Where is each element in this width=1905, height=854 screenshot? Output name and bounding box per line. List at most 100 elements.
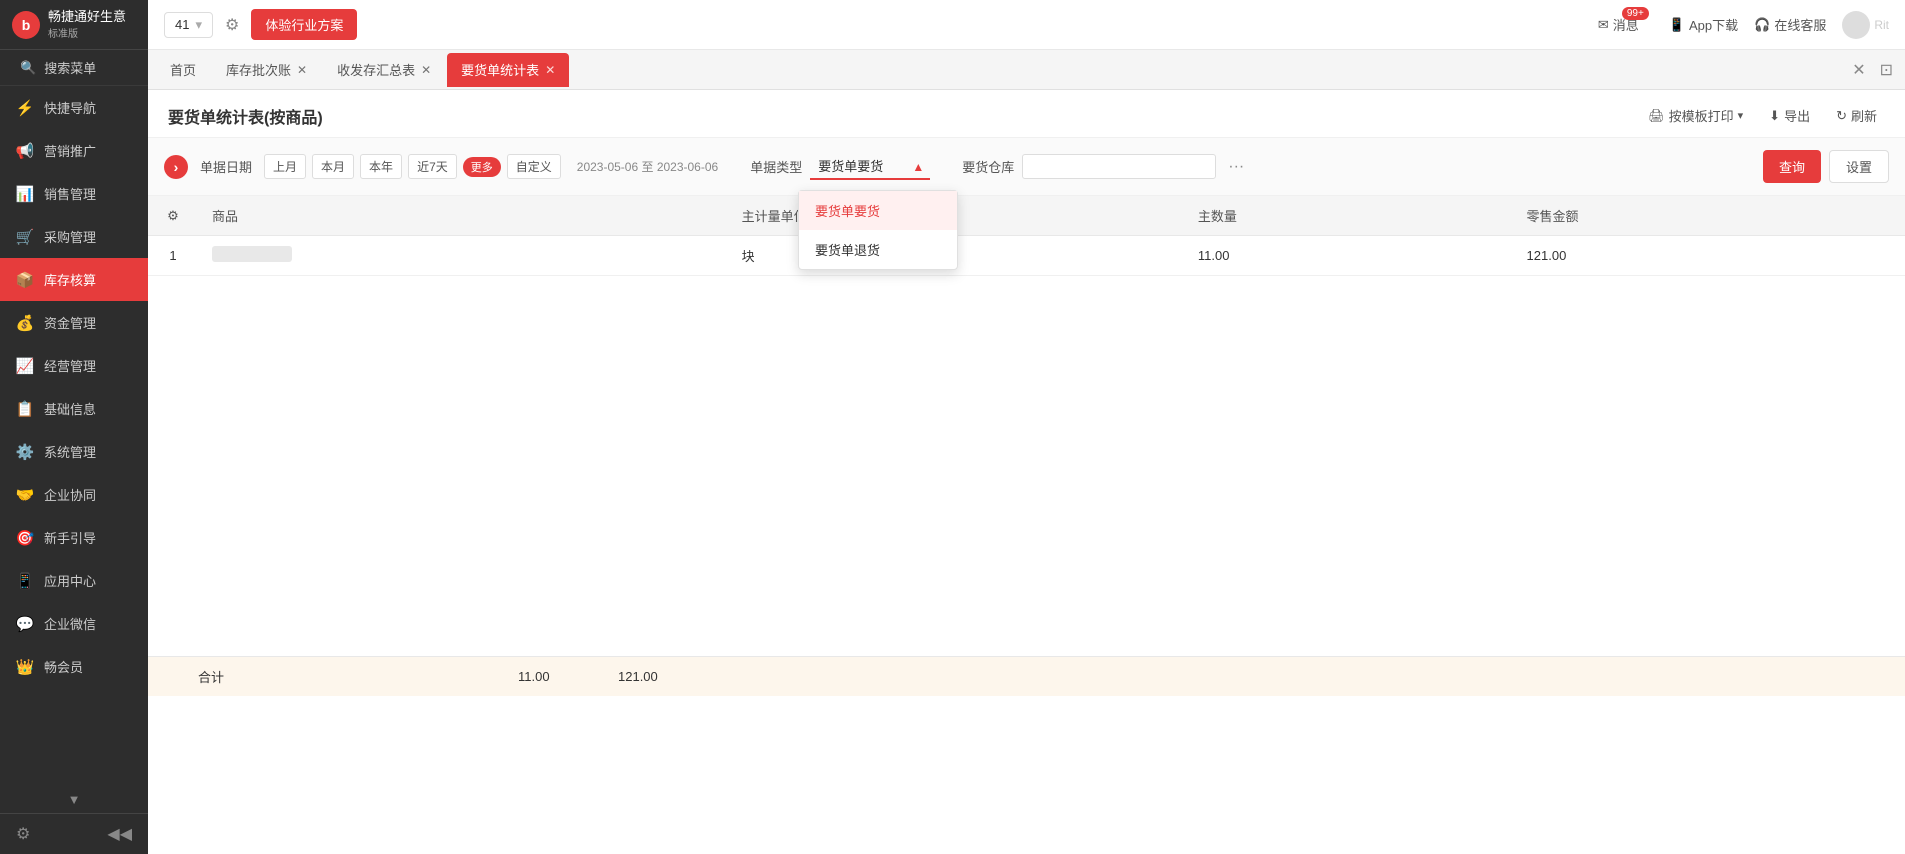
type-dropdown: 要货单要货 要货单退货 xyxy=(798,190,958,270)
nav-label: 基础信息 xyxy=(44,399,96,418)
sidebar-item-basic[interactable]: 📋 基础信息 xyxy=(0,387,148,430)
dropdown-option-return[interactable]: 要货单退货 xyxy=(799,230,957,269)
logo-icon: b xyxy=(12,11,40,39)
online-service-button[interactable]: 🎧 在线客服 xyxy=(1754,15,1826,34)
tab-close-all-button[interactable]: ✕ xyxy=(1848,56,1869,84)
export-label: 导出 xyxy=(1784,106,1810,125)
date-range-display: 2023-05-06 至 2023-06-06 xyxy=(577,158,718,175)
sidebar-item-app-center[interactable]: 📱 应用中心 xyxy=(0,559,148,602)
header-left: 41 ▾ ⚙ 体验行业方案 xyxy=(164,9,357,40)
sidebar-item-finance[interactable]: 💰 资金管理 xyxy=(0,301,148,344)
basic-icon: 📋 xyxy=(16,400,34,418)
sidebar-item-operations[interactable]: 📈 经营管理 xyxy=(0,344,148,387)
table-footer: 合计 11.00 121.00 xyxy=(148,656,1905,696)
app-logo: b 畅捷通好生意 标准版 xyxy=(0,0,148,50)
refresh-button[interactable]: ↻ 刷新 xyxy=(1828,102,1885,129)
messages-button[interactable]: ✉ 消息 99+ xyxy=(1598,15,1639,34)
export-icon: ⬇ xyxy=(1769,108,1780,124)
filter-expand-button[interactable]: › xyxy=(164,155,188,179)
data-table: ⚙ 商品 主计量单位 主数量 零售金额 xyxy=(148,196,1905,276)
nav-label: 销售管理 xyxy=(44,184,96,203)
settings-icon[interactable]: ⚙ xyxy=(16,824,30,844)
filter-area: › 单据日期 上月 本月 本年 近7天 更多 自定义 2023-05-06 至 … xyxy=(148,138,1905,196)
query-button[interactable]: 查询 xyxy=(1763,150,1821,183)
th-product: 商品 xyxy=(198,196,728,236)
sidebar-item-system[interactable]: ⚙️ 系统管理 xyxy=(0,430,148,473)
sales-icon: 📊 xyxy=(16,185,34,203)
date-buttons: 上月 本月 本年 近7天 更多 自定义 xyxy=(264,154,561,179)
tab-restore-button[interactable]: ⊡ xyxy=(1876,56,1897,84)
sidebar-search[interactable]: 🔍 搜索菜单 xyxy=(0,50,148,86)
tab-home-label: 首页 xyxy=(170,60,196,79)
chevron-down-icon: ▾ xyxy=(195,17,202,33)
dropdown-option-order-label: 要货单要货 xyxy=(815,204,880,219)
sidebar-item-weixin[interactable]: 💬 企业微信 xyxy=(0,602,148,645)
column-settings-icon: ⚙ xyxy=(167,208,179,223)
settings-button[interactable]: 设置 xyxy=(1829,150,1889,183)
finance-icon: 💰 xyxy=(16,314,34,332)
type-select-display[interactable]: 要货单要货 xyxy=(810,153,930,180)
date-filter-label: 单据日期 xyxy=(200,157,252,176)
sidebar-item-inventory[interactable]: 📦 库存核算 xyxy=(0,258,148,301)
tab-order-summary[interactable]: 要货单统计表 ✕ xyxy=(447,53,569,87)
table-row: 1 块 11.00 121.00 xyxy=(148,236,1905,276)
filter-action-buttons: 查询 设置 xyxy=(1763,150,1889,183)
last-month-button[interactable]: 上月 xyxy=(264,154,306,179)
nav-label: 快捷导航 xyxy=(44,98,96,117)
service-label: 在线客服 xyxy=(1774,15,1826,34)
export-button[interactable]: ⬇ 导出 xyxy=(1761,102,1818,129)
tab-inventory-batch[interactable]: 库存批次账 ✕ xyxy=(212,53,321,87)
nav-label: 新手引导 xyxy=(44,528,96,547)
sidebar-bottom: ⚙ ◀◀ xyxy=(0,813,148,854)
tab-count-display[interactable]: 41 ▾ xyxy=(164,12,213,38)
tab-home[interactable]: 首页 xyxy=(156,53,210,87)
print-button[interactable]: 🖨 按模板打印 ▾ xyxy=(1640,102,1751,129)
tab-order-summary-close[interactable]: ✕ xyxy=(545,63,555,77)
sidebar-item-guide[interactable]: 🎯 新手引导 xyxy=(0,516,148,559)
th-settings[interactable]: ⚙ xyxy=(148,196,198,236)
sidebar-item-vip[interactable]: 👑 畅会员 xyxy=(0,645,148,688)
refresh-icon: ↻ xyxy=(1836,108,1847,124)
dropdown-option-order[interactable]: 要货单要货 xyxy=(799,191,957,230)
warehouse-more-icon[interactable]: ··· xyxy=(1228,158,1244,176)
footer-total-qty: 11.00 xyxy=(518,669,618,684)
main-area: 41 ▾ ⚙ 体验行业方案 ✉ 消息 99+ 📱 App下载 🎧 在线客服 R xyxy=(148,0,1905,854)
phone-icon: 📱 xyxy=(1669,17,1685,33)
print-label: 按模板打印 xyxy=(1669,106,1734,125)
th-retail: 零售金额 xyxy=(1513,196,1905,236)
system-icon: ⚙️ xyxy=(16,443,34,461)
sidebar-item-marketing[interactable]: 📢 营销推广 xyxy=(0,129,148,172)
page-header: 要货单统计表(按商品) 🖨 按模板打印 ▾ ⬇ 导出 ↻ 刷新 xyxy=(148,90,1905,138)
trial-button[interactable]: 体验行业方案 xyxy=(251,9,357,40)
this-month-button[interactable]: 本月 xyxy=(312,154,354,179)
header-right: ✉ 消息 99+ 📱 App下载 🎧 在线客服 Rit xyxy=(1598,11,1889,39)
warehouse-input[interactable] xyxy=(1022,154,1216,179)
sidebar: b 畅捷通好生意 标准版 🔍 搜索菜单 ⚡ 快捷导航 📢 营销推广 📊 销售管理… xyxy=(0,0,148,854)
tab-count-value: 41 xyxy=(175,17,189,32)
sidebar-item-sales[interactable]: 📊 销售管理 xyxy=(0,172,148,215)
collapse-icon[interactable]: ◀◀ xyxy=(107,824,132,844)
dropdown-option-return-label: 要货单退货 xyxy=(815,243,880,258)
sidebar-nav: ⚡ 快捷导航 📢 营销推广 📊 销售管理 🛒 采购管理 📦 库存核算 💰 资金管… xyxy=(0,86,148,786)
tab-collect-summary-close[interactable]: ✕ xyxy=(421,63,431,77)
table-container: ⚙ 商品 主计量单位 主数量 零售金额 xyxy=(148,196,1905,696)
weixin-icon: 💬 xyxy=(16,615,34,633)
sidebar-item-quick-nav[interactable]: ⚡ 快捷导航 xyxy=(0,86,148,129)
this-year-button[interactable]: 本年 xyxy=(360,154,402,179)
user-avatar[interactable]: Rit xyxy=(1842,11,1889,39)
app-download-button[interactable]: 📱 App下载 xyxy=(1669,15,1738,34)
more-dates-tag[interactable]: 更多 xyxy=(463,157,501,177)
last-7days-button[interactable]: 近7天 xyxy=(408,154,457,179)
sidebar-scroll-down[interactable]: ▼ xyxy=(0,786,148,813)
nav-label: 库存核算 xyxy=(44,270,96,289)
header-settings-icon[interactable]: ⚙ xyxy=(225,15,239,35)
tab-inventory-batch-close[interactable]: ✕ xyxy=(297,63,307,77)
sidebar-item-purchase[interactable]: 🛒 采购管理 xyxy=(0,215,148,258)
footer-total-retail: 121.00 xyxy=(618,669,718,684)
th-qty: 主数量 xyxy=(1184,196,1513,236)
tab-collect-summary[interactable]: 收发存汇总表 ✕ xyxy=(323,53,445,87)
custom-date-button[interactable]: 自定义 xyxy=(507,154,561,179)
sidebar-item-enterprise[interactable]: 🤝 企业协同 xyxy=(0,473,148,516)
type-filter-label: 单据类型 xyxy=(750,157,802,176)
tab-inventory-batch-label: 库存批次账 xyxy=(226,60,291,79)
